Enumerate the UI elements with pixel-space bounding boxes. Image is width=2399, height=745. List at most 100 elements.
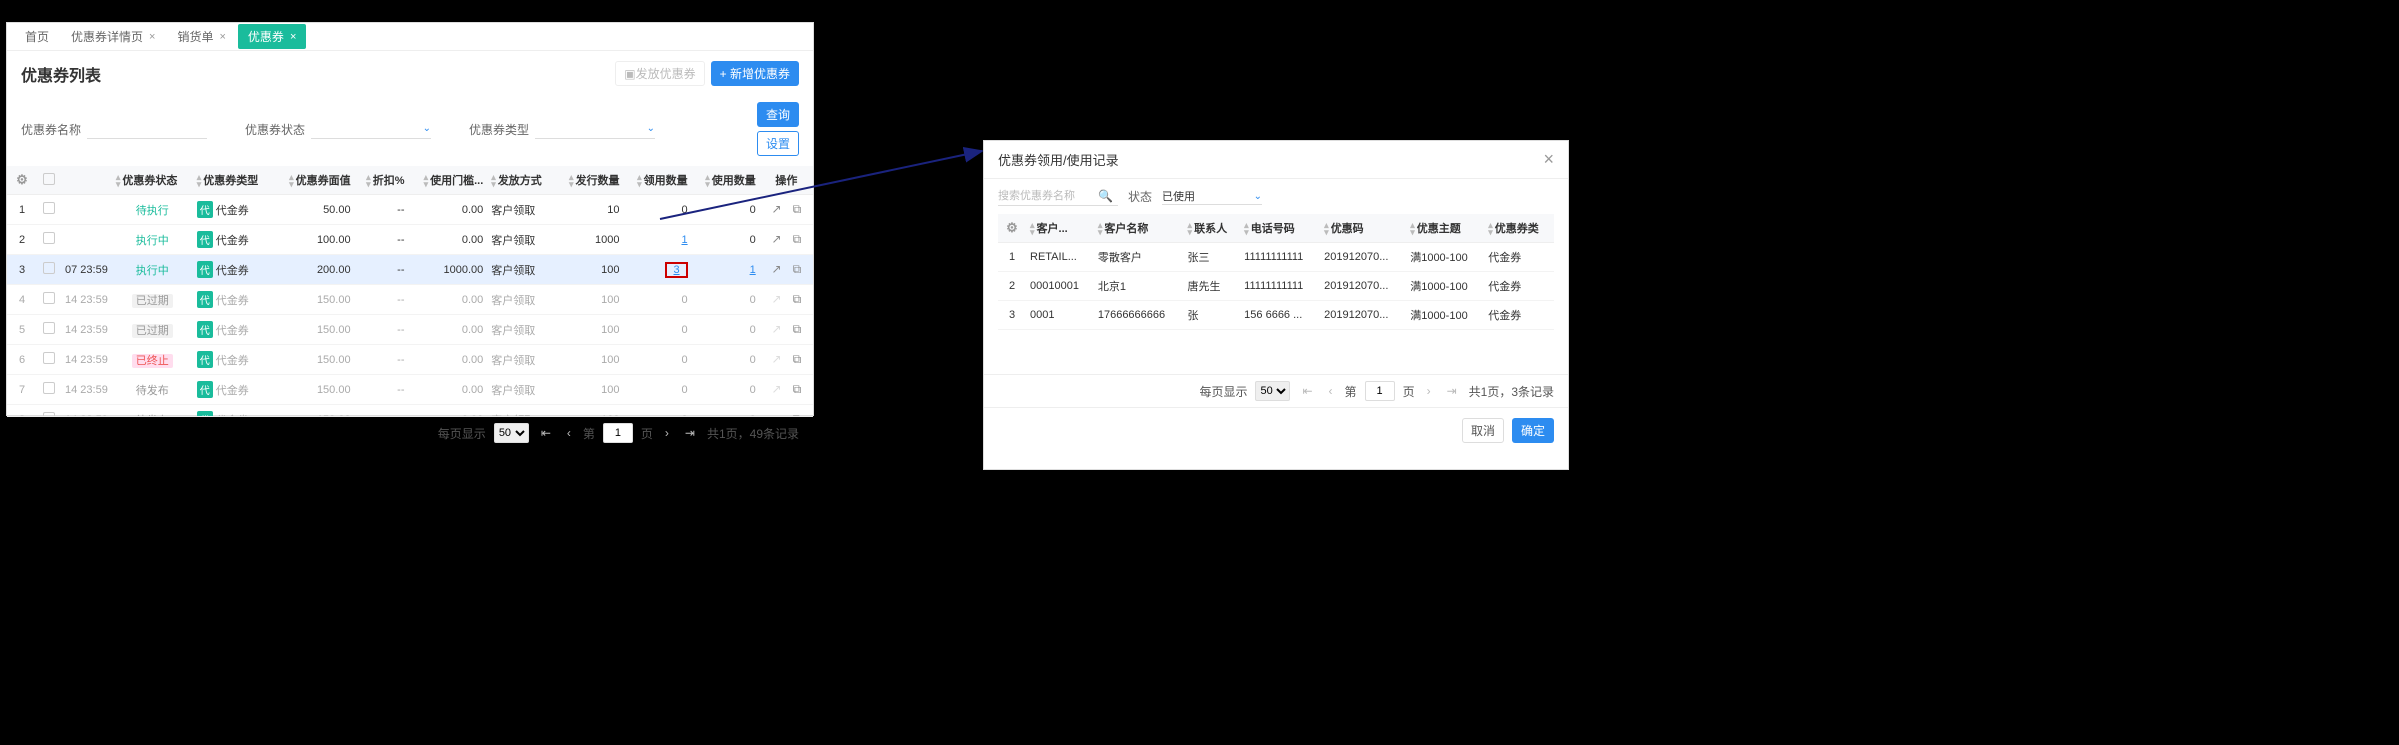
close-icon[interactable]: × — [149, 31, 155, 43]
qrcode-icon[interactable]: ⧉ — [793, 382, 802, 396]
search-icon[interactable]: 🔍 — [1098, 189, 1113, 203]
use-link[interactable]: 1 — [750, 264, 756, 276]
qrcode-icon[interactable]: ⧉ — [793, 262, 802, 276]
row-checkbox[interactable] — [43, 322, 55, 334]
col-custcode[interactable]: 客户... — [1037, 223, 1068, 235]
per-page-select[interactable]: 50 — [1255, 381, 1290, 401]
sort-icon[interactable]: ▴▾ — [1244, 222, 1249, 236]
distribute-coupon-button[interactable]: ▣ 发放优惠券 — [615, 61, 704, 86]
qrcode-icon[interactable]: ⧉ — [793, 292, 802, 306]
add-coupon-button[interactable]: + 新增优惠券 — [711, 61, 799, 86]
sort-icon[interactable]: ▴▾ — [1410, 222, 1415, 236]
col-face[interactable]: 优惠券面值 — [296, 175, 351, 187]
col-ctype[interactable]: 优惠券类 — [1495, 223, 1539, 235]
search-button[interactable]: 查询 — [757, 102, 799, 127]
next-page-icon[interactable]: › — [661, 426, 673, 440]
status-select[interactable]: 已使用 ⌄ — [1162, 188, 1262, 205]
gear-icon[interactable]: ⚙ — [1006, 220, 1018, 235]
col-type[interactable]: 优惠券类型 — [203, 175, 258, 187]
last-page-icon[interactable]: ⇥ — [681, 426, 699, 440]
row-checkbox[interactable] — [43, 292, 55, 304]
coupon-type-select[interactable]: ⌄ — [535, 119, 655, 139]
sort-icon[interactable]: ▴▾ — [289, 174, 294, 188]
cancel-button[interactable]: 取消 — [1462, 418, 1504, 443]
row-checkbox[interactable] — [43, 232, 55, 244]
col-method[interactable]: 发放方式 — [498, 175, 542, 187]
col-theme[interactable]: 优惠主题 — [1417, 223, 1461, 235]
close-icon[interactable]: × — [1543, 149, 1554, 170]
sort-icon[interactable]: ▴▾ — [705, 174, 710, 188]
table-row[interactable]: 6 14 23:59 已终止 代代金券 150.00 -- 0.00 客户领取 … — [7, 345, 813, 375]
sort-icon[interactable]: ▴▾ — [1030, 222, 1035, 236]
row-checkbox[interactable] — [43, 412, 55, 416]
row-checkbox[interactable] — [43, 352, 55, 364]
table-row[interactable]: 7 14 23:59 待发布 代代金券 150.00 -- 0.00 客户领取 … — [7, 375, 813, 405]
sort-icon[interactable]: ▴▾ — [424, 174, 429, 188]
share-icon[interactable]: ↗ — [772, 202, 782, 216]
share-icon[interactable]: ↗ — [772, 262, 782, 276]
col-use[interactable]: 使用数量 — [712, 175, 756, 187]
per-page-select[interactable]: 50 — [494, 423, 529, 443]
sort-icon[interactable]: ▴▾ — [569, 174, 574, 188]
table-row[interactable]: 2 00010001 北京1 唐先生 11111111111 2019120​7… — [998, 272, 1554, 301]
sort-icon[interactable]: ▴▾ — [1098, 222, 1103, 236]
col-couponcode[interactable]: 优惠码 — [1331, 223, 1364, 235]
search-input[interactable] — [998, 187, 1098, 205]
col-contact[interactable]: 联系人 — [1194, 223, 1227, 235]
qrcode-icon[interactable]: ⧉ — [793, 202, 802, 216]
table-row[interactable]: 2 执行中 代代金券 100.00 -- 0.00 客户领取 1000 1 0 … — [7, 225, 813, 255]
ok-button[interactable]: 确定 — [1512, 418, 1554, 443]
table-row[interactable]: 8 14 23:59 待发布 代代金券 150.00 -- 0.00 客户领取 … — [7, 405, 813, 416]
qrcode-icon[interactable]: ⧉ — [793, 232, 802, 246]
qrcode-icon[interactable]: ⧉ — [793, 352, 802, 366]
row-checkbox[interactable] — [43, 262, 55, 274]
col-custname[interactable]: 客户名称 — [1104, 223, 1148, 235]
page-input[interactable] — [603, 423, 633, 443]
sort-icon[interactable]: ▴▾ — [637, 174, 642, 188]
col-issue[interactable]: 发行数量 — [576, 175, 620, 187]
first-page-icon[interactable]: ⇤ — [537, 426, 555, 440]
table-row[interactable]: 5 14 23:59 已过期 代代金券 150.00 -- 0.00 客户领取 … — [7, 315, 813, 345]
prev-page-icon[interactable]: ‹ — [1325, 384, 1337, 398]
claim-count-highlighted[interactable]: 3 — [665, 262, 687, 278]
tab-coupon[interactable]: 优惠券× — [238, 24, 306, 49]
share-icon[interactable]: ↗ — [772, 232, 782, 246]
sort-icon[interactable]: ▴▾ — [491, 174, 496, 188]
row-checkbox[interactable] — [43, 382, 55, 394]
col-phone[interactable]: 电话号码 — [1251, 223, 1295, 235]
table-row[interactable]: 1 待执行 代代金券 50.00 -- 0.00 客户领取 10 0 0 ↗ ⧉ — [7, 195, 813, 225]
qrcode-icon[interactable]: ⧉ — [793, 412, 802, 416]
table-row[interactable]: 1 RETAIL... 零散客户 张三 11111111111 2019120​… — [998, 243, 1554, 272]
close-icon[interactable]: × — [290, 31, 296, 43]
col-discount[interactable]: 折扣% — [373, 175, 405, 187]
last-page-icon[interactable]: ⇥ — [1443, 384, 1461, 398]
col-claim[interactable]: 领用数量 — [644, 175, 688, 187]
coupon-name-input[interactable] — [87, 119, 207, 139]
claim-link[interactable]: 1 — [681, 234, 687, 246]
row-checkbox[interactable] — [43, 202, 55, 214]
close-icon[interactable]: × — [219, 31, 225, 43]
table-row[interactable]: 4 14 23:59 已过期 代代金券 150.00 -- 0.00 客户领取 … — [7, 285, 813, 315]
table-row[interactable]: 3 07 23:59 执行中 代代金券 200.00 -- 1000.00 客户… — [7, 255, 813, 285]
coupon-status-select[interactable]: ⌄ — [311, 119, 431, 139]
sort-icon[interactable]: ▴▾ — [1188, 222, 1193, 236]
sort-icon[interactable]: ▴▾ — [197, 174, 202, 188]
first-page-icon[interactable]: ⇤ — [1298, 384, 1316, 398]
page-input[interactable] — [1365, 381, 1395, 401]
sort-icon[interactable]: ▴▾ — [1488, 222, 1493, 236]
col-threshold[interactable]: 使用门槛... — [430, 175, 483, 187]
qrcode-icon[interactable]: ⧉ — [793, 322, 802, 336]
select-all-checkbox[interactable] — [43, 173, 55, 185]
tab-coupon-detail[interactable]: 优惠券详情页× — [61, 24, 165, 49]
prev-page-icon[interactable]: ‹ — [563, 426, 575, 440]
sort-icon[interactable]: ▴▾ — [116, 174, 121, 188]
settings-button[interactable]: 设置 — [757, 131, 799, 156]
tab-sales-order[interactable]: 销货单× — [167, 24, 235, 49]
sort-icon[interactable]: ▴▾ — [1324, 222, 1329, 236]
tab-home[interactable]: 首页 — [15, 24, 59, 49]
next-page-icon[interactable]: › — [1423, 384, 1435, 398]
col-status[interactable]: 优惠券状态 — [122, 175, 177, 187]
sort-icon[interactable]: ▴▾ — [366, 174, 371, 188]
table-row[interactable]: 3 0001 17666666666 张 156 6666 ... 201912… — [998, 301, 1554, 330]
gear-icon[interactable]: ⚙ — [16, 172, 28, 187]
